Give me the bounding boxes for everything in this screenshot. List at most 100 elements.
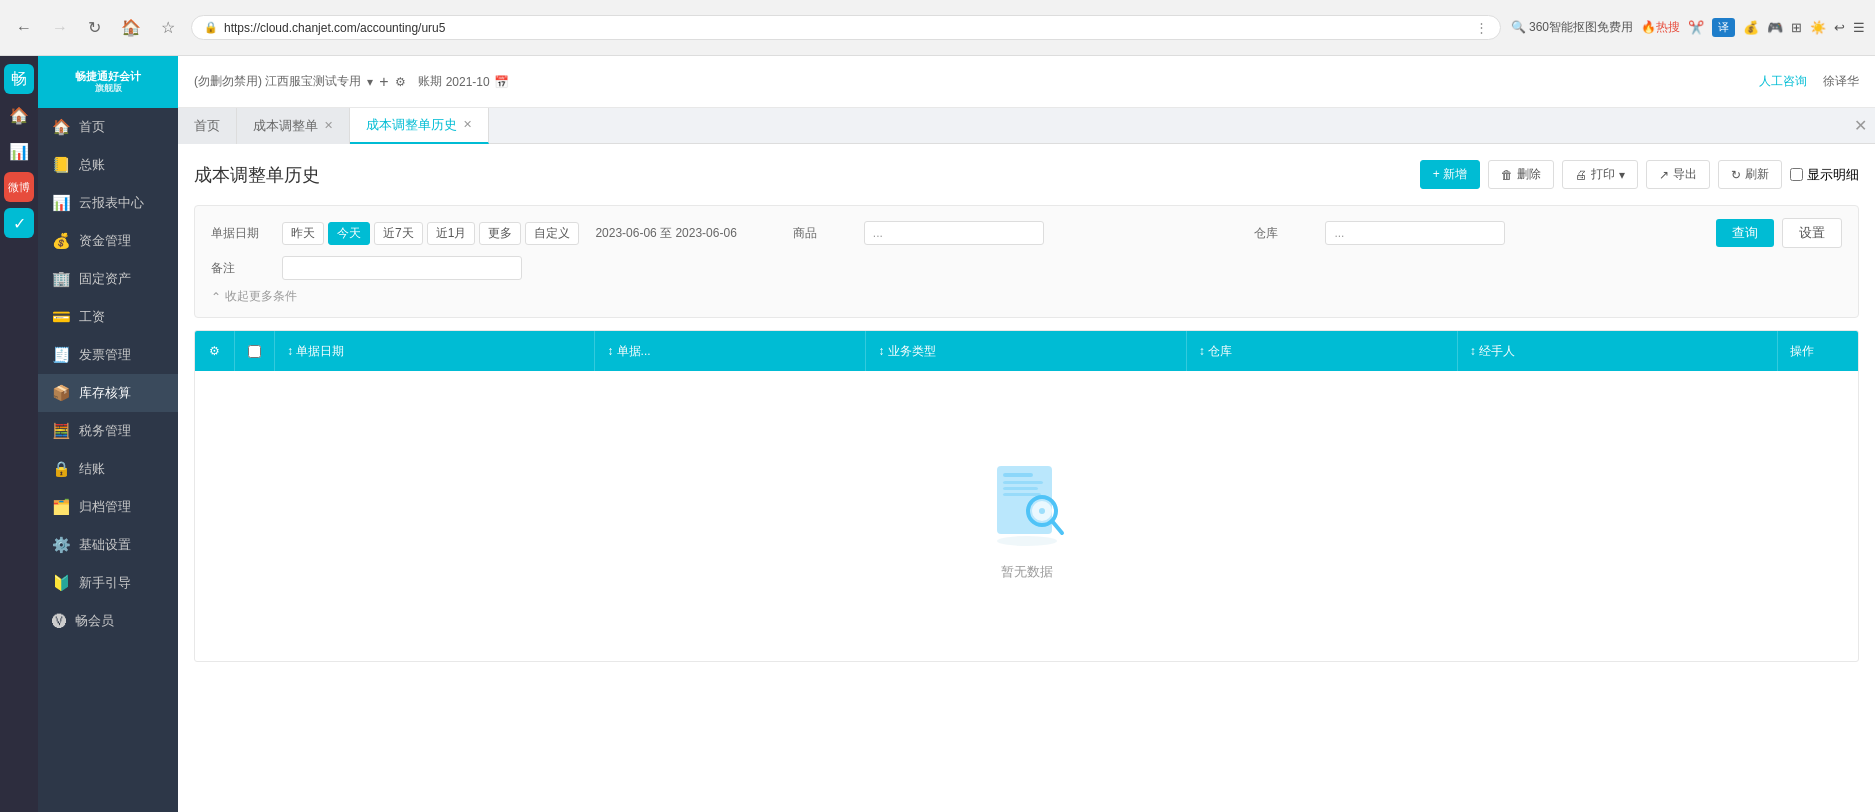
empty-state: 暂无数据 xyxy=(195,371,1858,661)
topbar-company: (勿删勿禁用) 江西服宝测试专用 ▾ + ⚙ xyxy=(194,73,406,91)
game-tool[interactable]: 🎮 xyxy=(1767,20,1783,35)
date-buttons: 昨天 今天 近7天 近1月 更多 自定义 xyxy=(282,222,579,245)
rail-item-0[interactable]: 畅 xyxy=(4,64,34,94)
sidebar-item-close[interactable]: 🔒结账 xyxy=(38,450,178,488)
goods-select[interactable]: ... xyxy=(864,221,1044,245)
th-num[interactable]: ↕ 单据... xyxy=(595,331,866,371)
url-text: https://cloud.chanjet.com/accounting/uru… xyxy=(224,21,1469,35)
rail-item-3[interactable]: 微博 xyxy=(4,172,34,202)
sidebar-item-fixed-assets[interactable]: 🏢固定资产 xyxy=(38,260,178,298)
sidebar-item-settings[interactable]: ⚙️基础设置 xyxy=(38,526,178,564)
back-button[interactable]: ← xyxy=(10,17,38,39)
date-btn-1month[interactable]: 近1月 xyxy=(427,222,476,245)
sidebar-item-tax[interactable]: 🧮税务管理 xyxy=(38,412,178,450)
topbar-period: 账期 2021-10 📅 xyxy=(418,73,509,90)
print-dropdown-icon: ▾ xyxy=(1619,168,1625,182)
sidebar-icon-archive: 🗂️ xyxy=(52,498,71,516)
page-header: 成本调整单历史 + 新增 🗑 删除 🖨 打印 ▾ ↗ 导出 xyxy=(194,160,1859,189)
print-button[interactable]: 🖨 打印 ▾ xyxy=(1562,160,1638,189)
undo-tool[interactable]: ↩ xyxy=(1834,20,1845,35)
username-text[interactable]: 徐译华 xyxy=(1823,73,1859,90)
sidebar-item-salary[interactable]: 💳工资 xyxy=(38,298,178,336)
theme-tool[interactable]: ☀️ xyxy=(1810,20,1826,35)
sidebar-label-salary: 工资 xyxy=(79,308,105,326)
sidebar-item-archive[interactable]: 🗂️归档管理 xyxy=(38,488,178,526)
sidebar-item-report[interactable]: 📊云报表中心 xyxy=(38,184,178,222)
rail-item-2[interactable]: 📊 xyxy=(4,136,34,166)
delete-button[interactable]: 🗑 删除 xyxy=(1488,160,1554,189)
date-range-text: 2023-06-06 至 2023-06-06 xyxy=(595,225,736,242)
date-btn-today[interactable]: 今天 xyxy=(328,222,370,245)
sidebar-item-guide[interactable]: 🔰新手引导 xyxy=(38,564,178,602)
close-all-btn[interactable]: ✕ xyxy=(1854,116,1867,135)
show-cols-checkbox[interactable] xyxy=(1790,168,1803,181)
date-btn-7days[interactable]: 近7天 xyxy=(374,222,423,245)
tab-cost-adjust[interactable]: 成本调整单 ✕ xyxy=(237,108,350,144)
warehouse-select-placeholder: ... xyxy=(1334,226,1344,240)
sidebar-icon-finance: 💰 xyxy=(52,232,71,250)
bookmark-button[interactable]: ☆ xyxy=(155,16,181,39)
tab-home[interactable]: 首页 xyxy=(178,108,237,144)
more-tool[interactable]: ☰ xyxy=(1853,20,1865,35)
th-operator[interactable]: ↕ 经手人 xyxy=(1458,331,1778,371)
refresh-button[interactable]: ↻ xyxy=(82,16,107,39)
address-bar[interactable]: 🔒 https://cloud.chanjet.com/accounting/u… xyxy=(191,15,1501,40)
wallet-tool[interactable]: 💰 xyxy=(1743,20,1759,35)
filter-area: 单据日期 昨天 今天 近7天 近1月 更多 自定义 2023-06-06 至 2… xyxy=(194,205,1859,318)
calendar-icon[interactable]: 📅 xyxy=(494,75,509,89)
date-btn-more[interactable]: 更多 xyxy=(479,222,521,245)
th-warehouse[interactable]: ↕ 仓库 xyxy=(1187,331,1458,371)
sidebar-item-finance[interactable]: 💰资金管理 xyxy=(38,222,178,260)
tab-cost-adjust-history-label: 成本调整单历史 xyxy=(366,116,457,134)
add-button[interactable]: + 新增 xyxy=(1420,160,1480,189)
date-filter-label: 单据日期 xyxy=(211,225,266,242)
select-all-checkbox[interactable] xyxy=(248,345,261,358)
sidebar-icon-invoice: 🧾 xyxy=(52,346,71,364)
apps-tool[interactable]: ⊞ xyxy=(1791,20,1802,35)
tab-cost-adjust-history-close[interactable]: ✕ xyxy=(463,118,472,131)
hot-search[interactable]: 🔥热搜 xyxy=(1641,19,1680,36)
remark-input[interactable] xyxy=(282,256,522,280)
address-bar-menu[interactable]: ⋮ xyxy=(1475,20,1488,35)
settings-icon[interactable]: ⚙ xyxy=(395,75,406,89)
sidebar-icon-report: 📊 xyxy=(52,194,71,212)
sidebar-item-member[interactable]: 🅥畅会员 xyxy=(38,602,178,640)
tab-cost-adjust-close[interactable]: ✕ xyxy=(324,119,333,132)
th-checkbox[interactable] xyxy=(235,331,275,371)
sidebar-item-inventory[interactable]: 📦库存核算 xyxy=(38,374,178,412)
sidebar-item-home[interactable]: 🏠首页 xyxy=(38,108,178,146)
date-btn-custom[interactable]: 自定义 xyxy=(525,222,579,245)
home-button[interactable]: 🏠 xyxy=(115,16,147,39)
company-dropdown-icon[interactable]: ▾ xyxy=(367,75,373,89)
logo-line1: 畅捷通好会计 xyxy=(75,69,141,83)
th-warehouse-label: ↕ 仓库 xyxy=(1199,343,1232,360)
show-cols-toggle[interactable]: 显示明细 xyxy=(1790,166,1859,184)
table-container: ⚙ ↕ 单据日期 ↕ 单据... ↕ 业务类型 ↕ 仓库 xyxy=(194,330,1859,662)
th-settings[interactable]: ⚙ xyxy=(195,331,235,371)
refresh-btn[interactable]: ↻ 刷新 xyxy=(1718,160,1782,189)
export-button[interactable]: ↗ 导出 xyxy=(1646,160,1710,189)
tab-cost-adjust-history[interactable]: 成本调整单历史 ✕ xyxy=(350,108,489,144)
collapse-btn[interactable]: ⌃ 收起更多条件 xyxy=(211,288,1842,305)
search-tool[interactable]: 🔍 360智能抠图免费用 xyxy=(1511,19,1633,36)
query-button[interactable]: 查询 xyxy=(1716,219,1774,247)
scissors-tool[interactable]: ✂️ xyxy=(1688,20,1704,35)
th-date[interactable]: ↕ 单据日期 xyxy=(275,331,595,371)
sidebar-item-ledger[interactable]: 📒总账 xyxy=(38,146,178,184)
svg-rect-2 xyxy=(1003,473,1033,477)
filter-settings-button[interactable]: 设置 xyxy=(1782,218,1842,248)
sidebar-icon-ledger: 📒 xyxy=(52,156,71,174)
translate-tool[interactable]: 译 xyxy=(1712,18,1735,37)
add-company-btn[interactable]: + xyxy=(379,73,388,91)
forward-button[interactable]: → xyxy=(46,17,74,39)
rail-item-1[interactable]: 🏠 xyxy=(4,100,34,130)
user-service-link[interactable]: 人工咨询 xyxy=(1759,73,1807,90)
rail-item-4[interactable]: ✓ xyxy=(4,208,34,238)
sidebar-item-invoice[interactable]: 🧾发票管理 xyxy=(38,336,178,374)
th-type[interactable]: ↕ 业务类型 xyxy=(866,331,1186,371)
warehouse-select[interactable]: ... xyxy=(1325,221,1505,245)
tabs-bar: 首页 成本调整单 ✕ 成本调整单历史 ✕ ✕ xyxy=(178,108,1875,144)
svg-rect-4 xyxy=(1003,487,1038,490)
date-btn-yesterday[interactable]: 昨天 xyxy=(282,222,324,245)
sidebar-label-home: 首页 xyxy=(79,118,105,136)
